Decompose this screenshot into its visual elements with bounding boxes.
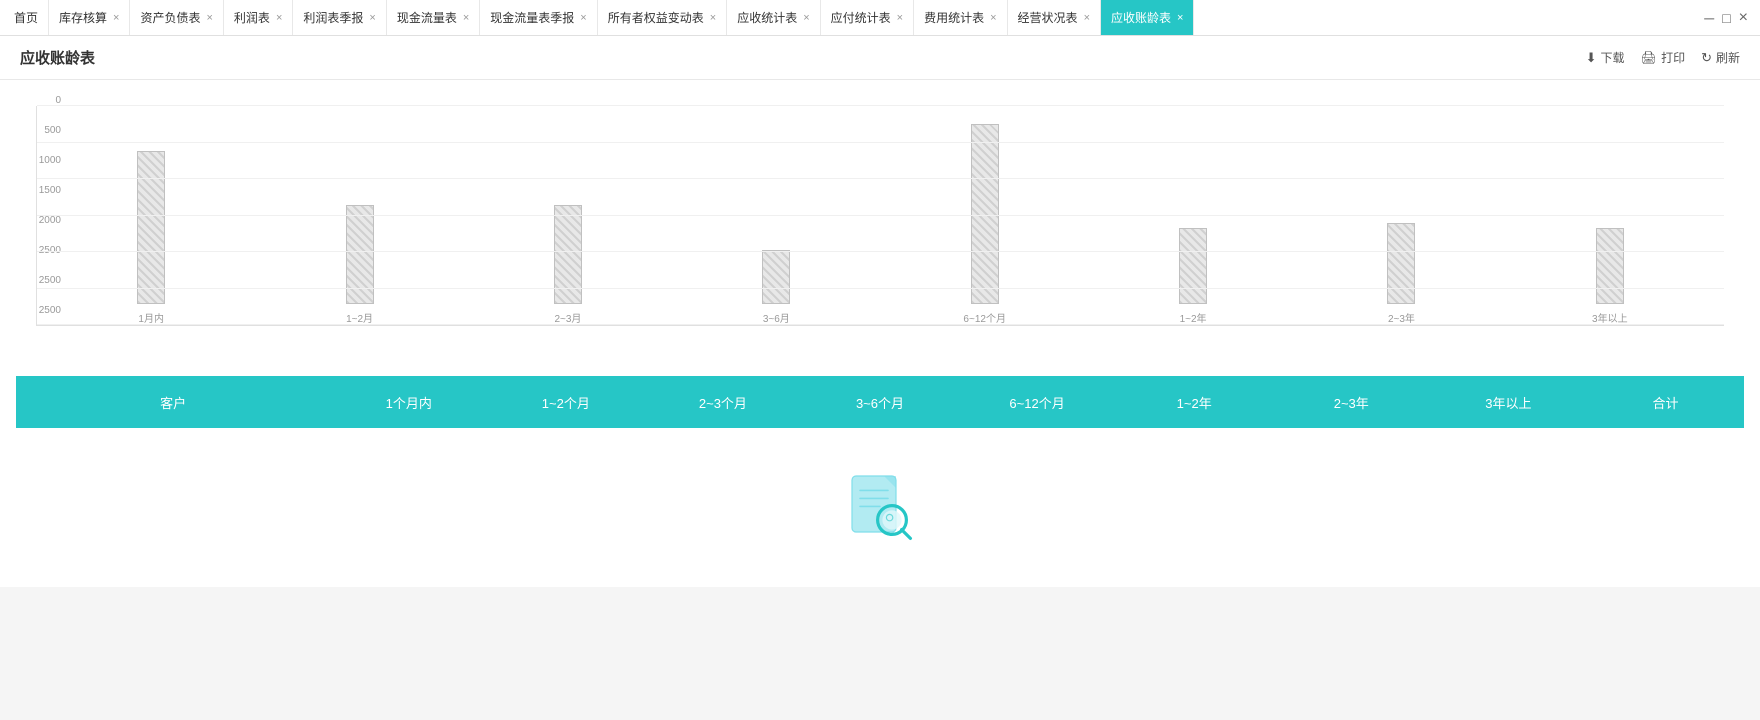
tab-profit[interactable]: 利润表 × bbox=[224, 0, 293, 36]
table-header-cell-3: 2~3个月 bbox=[644, 393, 801, 412]
grid-line bbox=[37, 215, 1724, 216]
bar-group: 1~2月 bbox=[255, 106, 463, 325]
chart-bar bbox=[346, 205, 374, 304]
table-header-cell-4: 3~6个月 bbox=[801, 393, 958, 412]
print-label: 打印 bbox=[1661, 49, 1685, 66]
table-header-cell-9: 合计 bbox=[1587, 393, 1744, 412]
empty-icon bbox=[840, 468, 920, 551]
chart-plot-area: 1月内 1~2月 2~3月 3~6月 6~12个月 1~2年 2~3年 3年以上 bbox=[36, 106, 1724, 326]
table-header-cell-2: 1~2个月 bbox=[487, 393, 644, 412]
tab-ar-aging[interactable]: 应收账龄表 × bbox=[1101, 0, 1194, 36]
tab-profit-quarterly[interactable]: 利润表季报 × bbox=[293, 0, 386, 36]
bar-x-label: 3年以上 bbox=[1592, 310, 1628, 325]
tab-ap-stat[interactable]: 应付统计表 × bbox=[821, 0, 914, 36]
page-title: 应收账龄表 bbox=[20, 47, 95, 68]
tab-equity[interactable]: 所有者权益变动表 × bbox=[598, 0, 727, 36]
tab-ar-stat[interactable]: 应收统计表 × bbox=[727, 0, 820, 36]
chart-bar bbox=[762, 250, 790, 304]
tab-home[interactable]: 首页 bbox=[4, 0, 49, 36]
tab-close-ar-stat[interactable]: × bbox=[803, 12, 809, 24]
tab-bar: 首页库存核算 ×资产负债表 ×利润表 ×利润表季报 ×现金流量表 ×现金流量表季… bbox=[0, 0, 1760, 36]
chart-bar bbox=[1179, 228, 1207, 304]
table-header-cell-8: 3年以上 bbox=[1430, 393, 1587, 412]
table-header-cell-0: 客户 bbox=[16, 393, 330, 412]
print-icon: 🖨 bbox=[1641, 50, 1658, 66]
bar-group: 1~2年 bbox=[1089, 106, 1297, 325]
bar-group: 3~6月 bbox=[672, 106, 880, 325]
chart-bar bbox=[1596, 228, 1624, 304]
grid-line bbox=[37, 142, 1724, 143]
close-button[interactable]: × bbox=[1739, 9, 1748, 27]
empty-state bbox=[16, 428, 1744, 571]
bars-wrapper: 1月内 1~2月 2~3月 3~6月 6~12个月 1~2年 2~3年 3年以上 bbox=[37, 106, 1724, 325]
header-actions: ⬇ 下载 🖨 打印 ↻ 刷新 bbox=[1586, 49, 1740, 66]
print-button[interactable]: 🖨 打印 bbox=[1641, 49, 1686, 66]
chart-bar bbox=[554, 205, 582, 304]
download-label: 下载 bbox=[1601, 49, 1625, 66]
tab-close-cashflow[interactable]: × bbox=[463, 12, 469, 24]
tab-close-profit[interactable]: × bbox=[276, 12, 282, 24]
bar-group: 3年以上 bbox=[1506, 106, 1714, 325]
tab-close-profit-quarterly[interactable]: × bbox=[369, 12, 375, 24]
chart-container: 2500250025002000150010005000 1月内1~2月2~3月… bbox=[16, 96, 1744, 376]
chart-bar bbox=[137, 151, 165, 304]
tab-cashflow-quarterly[interactable]: 现金流量表季报 × bbox=[480, 0, 597, 36]
bar-group: 1月内 bbox=[47, 106, 255, 325]
tab-close-inventory[interactable]: × bbox=[113, 12, 119, 24]
bar-x-label: 3~6月 bbox=[763, 310, 790, 325]
grid-line bbox=[37, 178, 1724, 179]
download-icon: ⬇ bbox=[1586, 50, 1597, 66]
tab-close-operation[interactable]: × bbox=[1084, 12, 1090, 24]
table-header: 客户1个月内1~2个月2~3个月3~6个月6~12个月1~2年2~3年3年以上合… bbox=[16, 376, 1744, 428]
table-header-cell-1: 1个月内 bbox=[330, 393, 487, 412]
tab-balance[interactable]: 资产负债表 × bbox=[130, 0, 223, 36]
bar-x-label: 1~2月 bbox=[346, 310, 373, 325]
window-controls: ─ □ × bbox=[1704, 9, 1756, 27]
refresh-label: 刷新 bbox=[1716, 49, 1740, 66]
grid-line bbox=[37, 251, 1724, 252]
grid-line bbox=[37, 288, 1724, 289]
tab-expense-stat[interactable]: 费用统计表 × bbox=[914, 0, 1007, 36]
refresh-button[interactable]: ↻ 刷新 bbox=[1701, 49, 1740, 66]
tab-close-expense-stat[interactable]: × bbox=[990, 12, 996, 24]
bar-group: 6~12个月 bbox=[881, 106, 1089, 325]
chart-bar bbox=[1387, 223, 1415, 304]
tab-operation[interactable]: 经营状况表 × bbox=[1008, 0, 1101, 36]
tab-close-ar-aging[interactable]: × bbox=[1177, 12, 1183, 24]
tab-close-ap-stat[interactable]: × bbox=[897, 12, 903, 24]
page-header: 应收账龄表 ⬇ 下载 🖨 打印 ↻ 刷新 bbox=[0, 36, 1760, 80]
bar-x-label: 1~2年 bbox=[1180, 310, 1207, 325]
download-button[interactable]: ⬇ 下载 bbox=[1586, 49, 1625, 66]
tab-close-equity[interactable]: × bbox=[710, 12, 716, 24]
main-content: 2500250025002000150010005000 1月内1~2月2~3月… bbox=[0, 80, 1760, 587]
tab-close-balance[interactable]: × bbox=[206, 12, 212, 24]
minimize-button[interactable]: ─ bbox=[1704, 10, 1714, 26]
table-header-cell-5: 6~12个月 bbox=[959, 393, 1116, 412]
tab-close-cashflow-quarterly[interactable]: × bbox=[580, 12, 586, 24]
grid-line bbox=[37, 324, 1724, 325]
grid-line bbox=[37, 105, 1724, 106]
tab-inventory[interactable]: 库存核算 × bbox=[49, 0, 130, 36]
bar-x-label: 6~12个月 bbox=[963, 310, 1006, 325]
bar-x-label: 2~3月 bbox=[554, 310, 581, 325]
bar-group: 2~3年 bbox=[1297, 106, 1505, 325]
tab-cashflow[interactable]: 现金流量表 × bbox=[387, 0, 480, 36]
bar-x-label: 2~3年 bbox=[1388, 310, 1415, 325]
bar-group: 2~3月 bbox=[464, 106, 672, 325]
maximize-button[interactable]: □ bbox=[1722, 10, 1730, 26]
bar-x-label: 1月内 bbox=[138, 310, 164, 325]
table-header-cell-6: 1~2年 bbox=[1116, 393, 1273, 412]
table-header-cell-7: 2~3年 bbox=[1273, 393, 1430, 412]
refresh-icon: ↻ bbox=[1701, 50, 1712, 66]
